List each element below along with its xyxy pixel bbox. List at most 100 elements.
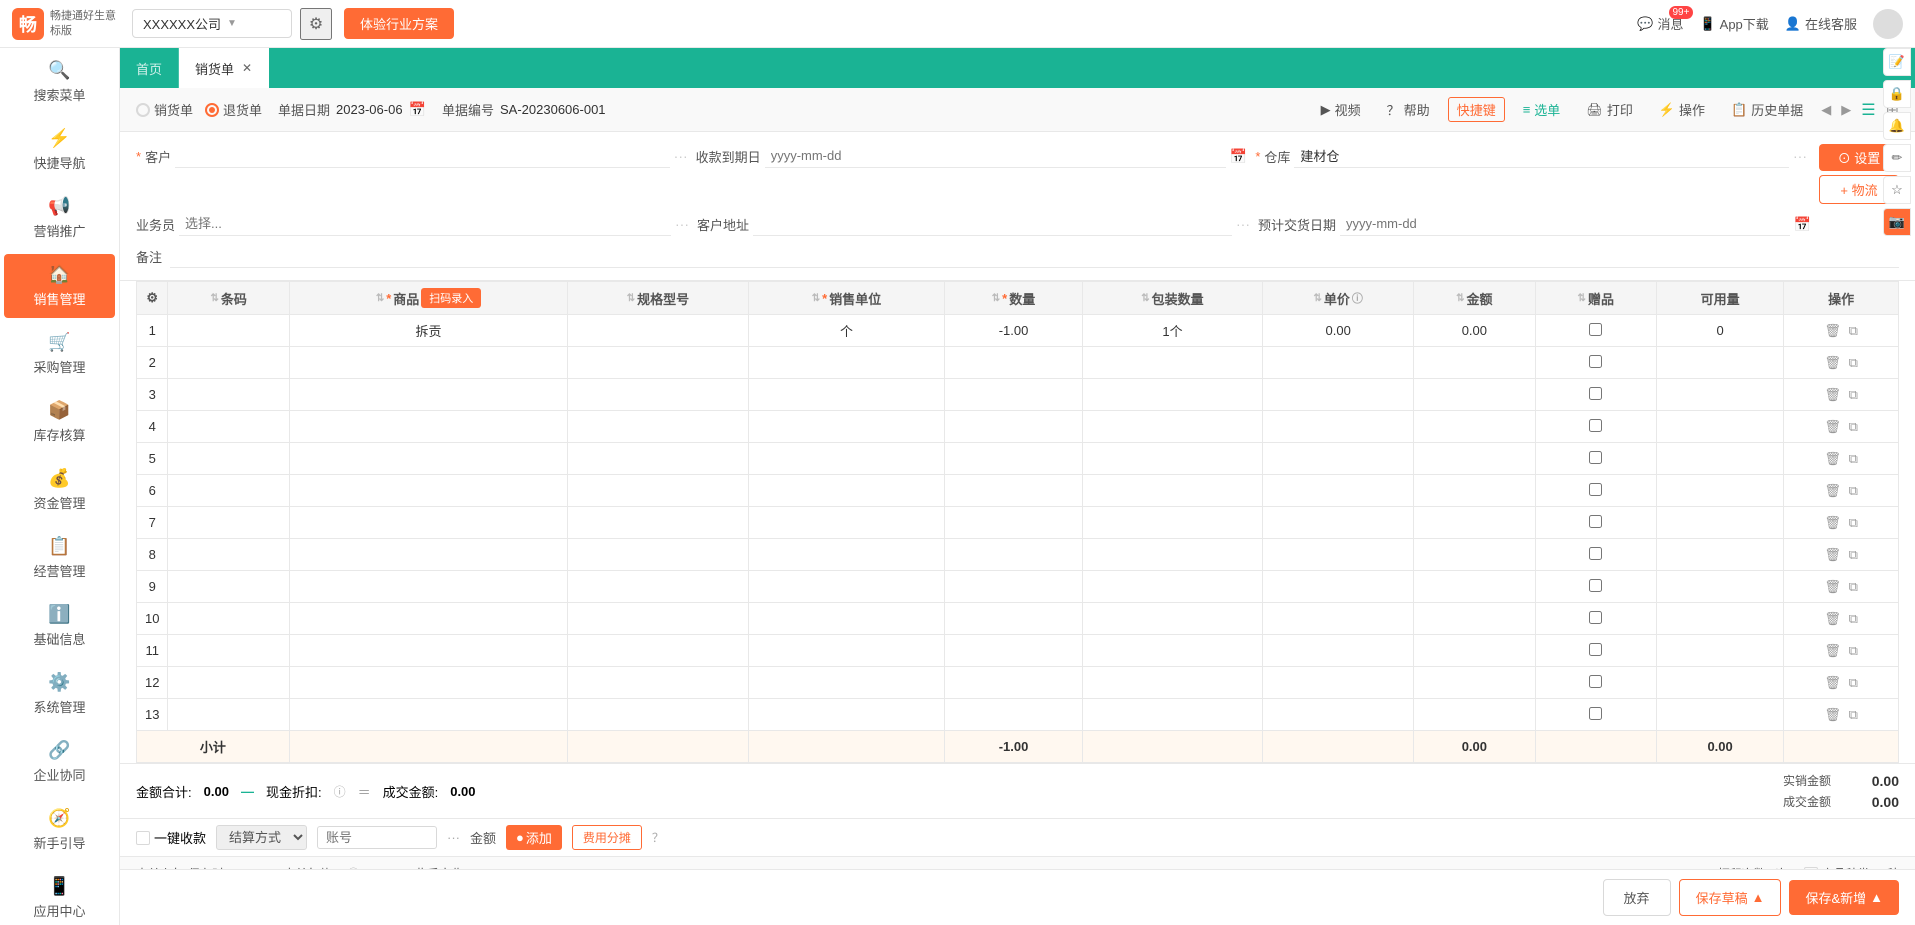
- delete-icon-4[interactable]: 🗑: [1824, 419, 1841, 434]
- user-avatar[interactable]: [1873, 9, 1903, 39]
- customer-input[interactable]: [175, 144, 670, 168]
- delete-icon-10[interactable]: 🗑: [1824, 611, 1841, 626]
- select-btn[interactable]: ≡ 选单: [1515, 96, 1569, 123]
- sidebar-item-quick-nav[interactable]: ⚡ 快捷导航: [4, 118, 115, 182]
- cell-gift-1[interactable]: [1535, 315, 1656, 347]
- copy-icon-4[interactable]: ⧉: [1849, 419, 1858, 434]
- add-payment-button[interactable]: ● 添加: [506, 825, 562, 850]
- delete-icon-13[interactable]: 🗑: [1824, 707, 1841, 722]
- gift-checkbox-3[interactable]: [1589, 387, 1602, 400]
- delete-icon-5[interactable]: 🗑: [1824, 451, 1841, 466]
- calc-method-select[interactable]: 结算方式: [216, 825, 307, 850]
- cell-pack-qty-1[interactable]: 1个: [1082, 315, 1263, 347]
- shortcut-btn[interactable]: 快捷键: [1448, 97, 1505, 122]
- cell-goods-1[interactable]: 拆贡: [289, 315, 567, 347]
- copy-icon-6[interactable]: ⧉: [1849, 483, 1858, 498]
- sidebar-item-marketing[interactable]: 📢 营销推广: [4, 186, 115, 250]
- gift-checkbox-12[interactable]: [1589, 675, 1602, 688]
- delete-icon-6[interactable]: 🗑: [1824, 483, 1841, 498]
- estimated-date-calendar-icon[interactable]: 📅: [1794, 216, 1811, 233]
- salesperson-selector-icon[interactable]: ···: [675, 216, 689, 232]
- cost-split-button[interactable]: 费用分摊: [572, 825, 642, 850]
- gift-checkbox-8[interactable]: [1589, 547, 1602, 560]
- delete-icon-2[interactable]: 🗑: [1824, 355, 1841, 370]
- discard-button[interactable]: 放弃: [1603, 879, 1671, 916]
- unit-price-info-icon[interactable]: ⓘ: [1352, 290, 1363, 306]
- info-icon[interactable]: ⓘ: [334, 783, 346, 800]
- print-btn[interactable]: 🖨 打印: [1578, 96, 1641, 123]
- tab-home[interactable]: 首页: [120, 48, 179, 88]
- sidebar-item-app-center[interactable]: 📱 应用中心: [4, 866, 115, 925]
- sidebar-item-finance[interactable]: 💰 资金管理: [4, 458, 115, 522]
- copy-icon-5[interactable]: ⧉: [1849, 451, 1858, 466]
- cell-quantity-1[interactable]: -1.00: [945, 315, 1082, 347]
- gift-checkbox-11[interactable]: [1589, 643, 1602, 656]
- sidebar-item-basics[interactable]: ℹ️ 基础信息: [4, 594, 115, 658]
- sidebar-item-sales[interactable]: 🏠 销售管理: [4, 254, 115, 318]
- customer-addr-input[interactable]: [753, 212, 1232, 236]
- cell-spec-1[interactable]: [568, 315, 749, 347]
- float-btn-edit[interactable]: ✏: [1883, 144, 1911, 172]
- delete-icon-11[interactable]: 🗑: [1824, 643, 1841, 658]
- float-btn-lock[interactable]: 🔒: [1883, 80, 1911, 108]
- warehouse-selector-icon[interactable]: ···: [1793, 148, 1807, 164]
- nav-next-icon[interactable]: ▶: [1841, 102, 1851, 118]
- copy-icon-1[interactable]: ⧉: [1849, 323, 1858, 338]
- app-download-button[interactable]: 📱 App下载: [1699, 14, 1768, 33]
- delete-icon-3[interactable]: 🗑: [1824, 387, 1841, 402]
- one-click-payment-checkbox[interactable]: 一键收款: [136, 828, 206, 847]
- save-new-button[interactable]: 保存&新增 ▲: [1789, 880, 1899, 915]
- save-draft-button[interactable]: 保存草稿 ▲: [1679, 879, 1782, 916]
- float-btn-camera[interactable]: 📷: [1883, 208, 1911, 236]
- delete-icon-7[interactable]: 🗑: [1824, 515, 1841, 530]
- delete-icon-9[interactable]: 🗑: [1824, 579, 1841, 594]
- cell-unit-price-1[interactable]: 0.00: [1263, 315, 1414, 347]
- delete-icon-1[interactable]: 🗑: [1824, 323, 1841, 338]
- gift-checkbox-10[interactable]: [1589, 611, 1602, 624]
- copy-icon-7[interactable]: ⧉: [1849, 515, 1858, 530]
- sidebar-item-inventory[interactable]: 📦 库存核算: [4, 390, 115, 454]
- copy-icon-3[interactable]: ⧉: [1849, 387, 1858, 402]
- gift-checkbox-13[interactable]: [1589, 707, 1602, 720]
- salesperson-input[interactable]: [179, 212, 671, 236]
- delete-icon-8[interactable]: 🗑: [1824, 547, 1841, 562]
- sidebar-item-collaboration[interactable]: 🔗 企业协同: [4, 730, 115, 794]
- message-button[interactable]: 💬 消息 99+: [1637, 14, 1683, 33]
- settings-gear-button[interactable]: ⚙: [300, 8, 332, 40]
- float-btn-bell[interactable]: 🔔: [1883, 112, 1911, 140]
- tab-close-icon[interactable]: ✕: [242, 61, 252, 75]
- help-btn[interactable]: ？ 帮助: [1379, 96, 1438, 123]
- copy-icon-9[interactable]: ⧉: [1849, 579, 1858, 594]
- sidebar-item-system[interactable]: ⚙️ 系统管理: [4, 662, 115, 726]
- copy-icon-8[interactable]: ⧉: [1849, 547, 1858, 562]
- delete-icon-12[interactable]: 🗑: [1824, 675, 1841, 690]
- payment-date-input[interactable]: [765, 144, 1226, 168]
- view-list-icon[interactable]: ☰: [1861, 100, 1875, 120]
- gift-checkbox-7[interactable]: [1589, 515, 1602, 528]
- bank-account-input[interactable]: [317, 826, 437, 849]
- copy-icon-12[interactable]: ⧉: [1849, 675, 1858, 690]
- remarks-input[interactable]: [170, 244, 1899, 268]
- gift-checkbox-6[interactable]: [1589, 483, 1602, 496]
- copy-icon-2[interactable]: ⧉: [1849, 355, 1858, 370]
- scan-button[interactable]: 扫码录入: [421, 288, 481, 308]
- draft-dropdown-icon[interactable]: ▲: [1752, 890, 1765, 905]
- bank-dots[interactable]: ···: [447, 830, 460, 845]
- online-service-button[interactable]: 👤 在线客服: [1785, 14, 1857, 33]
- gift-checkbox-4[interactable]: [1589, 419, 1602, 432]
- copy-icon-13[interactable]: ⧉: [1849, 707, 1858, 722]
- customer-addr-selector-icon[interactable]: ···: [1236, 216, 1250, 232]
- sidebar-item-search[interactable]: 🔍 搜索菜单: [4, 50, 115, 114]
- gift-checkbox-5[interactable]: [1589, 451, 1602, 464]
- sidebar-item-guide[interactable]: 🧭 新手引导: [4, 798, 115, 862]
- gift-checkbox-2[interactable]: [1589, 355, 1602, 368]
- gift-checkbox-1[interactable]: [1589, 323, 1602, 336]
- trial-button[interactable]: 体验行业方案: [344, 8, 454, 39]
- copy-icon-11[interactable]: ⧉: [1849, 643, 1858, 658]
- customer-selector-icon[interactable]: ···: [674, 148, 688, 164]
- radio-return-order[interactable]: 退货单: [205, 100, 262, 119]
- estimated-date-input[interactable]: [1340, 212, 1790, 236]
- history-btn[interactable]: 📋 历史单据: [1723, 96, 1811, 123]
- date-calendar-icon[interactable]: 📅: [409, 101, 426, 118]
- sidebar-item-purchase[interactable]: 🛒 采购管理: [4, 322, 115, 386]
